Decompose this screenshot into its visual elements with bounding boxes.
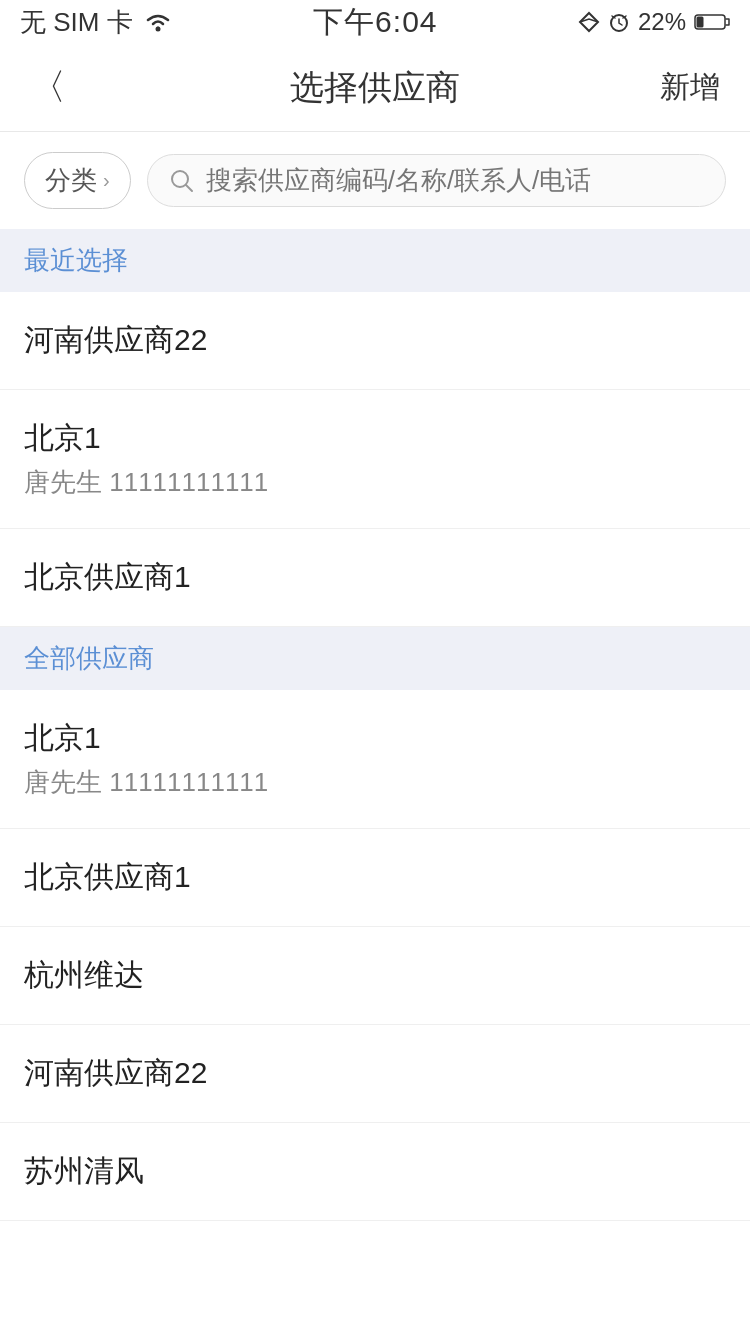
svg-rect-3 [696,17,703,28]
item-name: 北京供应商1 [24,857,726,898]
search-box[interactable] [147,154,726,207]
list-item[interactable]: 北京1 唐先生 11111111111 [0,390,750,529]
item-name: 北京供应商1 [24,557,726,598]
list-item[interactable]: 北京1 唐先生 11111111111 [0,690,750,829]
list-item[interactable]: 苏州清风 [0,1123,750,1221]
item-sub: 唐先生 11111111111 [24,465,726,500]
add-button[interactable]: 新增 [640,67,720,108]
category-label: 分类 [45,163,97,198]
list-item[interactable]: 河南供应商22 [0,292,750,390]
status-left: 无 SIM 卡 [20,5,173,40]
all-list: 北京1 唐先生 11111111111 北京供应商1 杭州维达河南供应商22 苏州清风 [0,690,750,1221]
wifi-icon [143,11,173,33]
item-sub: 唐先生 11111111111 [24,765,726,800]
svg-point-0 [155,27,160,32]
filter-bar: 分类 › [0,132,750,229]
item-name: 杭州维达 [24,955,726,996]
battery-percent: 22% [638,8,686,36]
list-item[interactable]: 北京供应商1 [0,829,750,927]
recent-list: 河南供应商22 北京1 唐先生 11111111111 北京供应商1 [0,292,750,627]
category-filter-button[interactable]: 分类 › [24,152,131,209]
list-item[interactable]: 河南供应商22 [0,1025,750,1123]
status-bar: 无 SIM 卡 下午6:04 22% [0,0,750,44]
list-item[interactable]: 杭州维达 [0,927,750,1025]
alarm-icon [608,11,630,33]
item-name: 北京1 [24,418,726,459]
item-name: 北京1 [24,718,726,759]
page-title: 选择供应商 [110,65,640,111]
status-right: 22% [578,8,730,36]
item-name: 河南供应商22 [24,320,726,361]
nav-bar: 〈 选择供应商 新增 [0,44,750,132]
battery-icon [694,12,730,32]
location-icon [578,11,600,33]
all-section-header: 全部供应商 [0,627,750,690]
list-item[interactable]: 北京供应商1 [0,529,750,627]
search-input[interactable] [206,165,705,196]
back-button[interactable]: 〈 [30,63,110,112]
status-time: 下午6:04 [313,2,437,43]
item-name: 河南供应商22 [24,1053,726,1094]
item-name: 苏州清风 [24,1151,726,1192]
sim-label: 无 SIM 卡 [20,5,133,40]
search-icon [168,167,196,195]
recent-section-header: 最近选择 [0,229,750,292]
chevron-right-icon: › [103,169,110,192]
